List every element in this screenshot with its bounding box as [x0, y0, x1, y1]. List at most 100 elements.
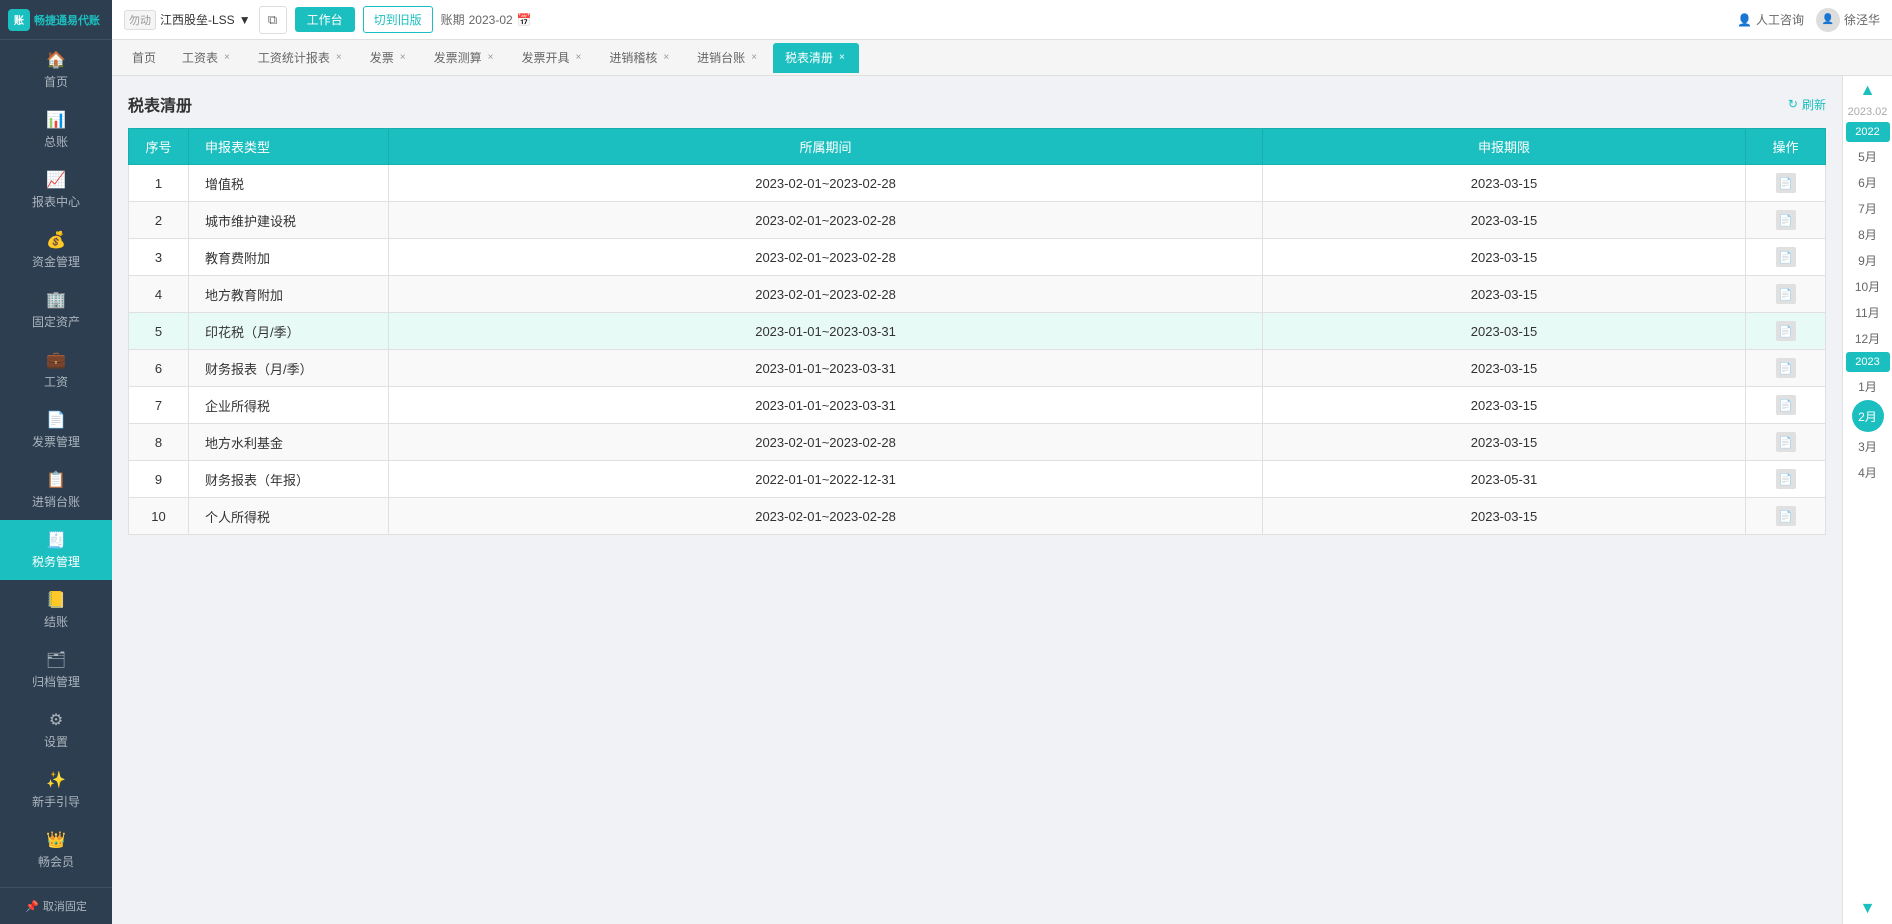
- cell-action: 📄: [1746, 424, 1826, 461]
- ledger-icon: 📊: [46, 110, 66, 130]
- sidebar-item-label: 固定资产: [32, 313, 80, 330]
- sidebar-item-ledger[interactable]: 📊 总账: [0, 100, 112, 160]
- col-deadline: 申报期限: [1263, 129, 1746, 165]
- company-selector[interactable]: 勿动 江西股垒-LSS ▼: [124, 10, 251, 30]
- action-view-icon[interactable]: 📄: [1776, 506, 1796, 526]
- month-item-may-2022[interactable]: 5月: [1848, 144, 1888, 168]
- tab-close-icon[interactable]: ×: [573, 52, 583, 63]
- year-label-2022: 2022: [1846, 122, 1890, 142]
- month-item-oct-2022[interactable]: 10月: [1848, 274, 1888, 298]
- refresh-button[interactable]: ↻ 刷新: [1788, 96, 1826, 113]
- tab-purchase-review[interactable]: 进销稽核 ×: [597, 43, 683, 73]
- sidebar-item-label: 税务管理: [32, 553, 80, 570]
- month-item-feb-2023[interactable]: 2月: [1852, 400, 1884, 432]
- panel-collapse-button[interactable]: ▼: [1858, 898, 1878, 920]
- cell-deadline: 2023-03-15: [1263, 313, 1746, 350]
- tab-invoice-open[interactable]: 发票开具 ×: [509, 43, 595, 73]
- sidebar-item-label: 首页: [44, 73, 68, 90]
- archive-icon: 🗂: [46, 650, 66, 670]
- cell-action: 📄: [1746, 350, 1826, 387]
- workspace-button[interactable]: 工作台: [295, 7, 355, 32]
- cell-type: 地方水利基金: [189, 424, 389, 461]
- action-view-icon[interactable]: 📄: [1776, 210, 1796, 230]
- sidebar-item-report[interactable]: 📈 报表中心: [0, 160, 112, 220]
- copy-button[interactable]: ⧉: [259, 6, 287, 34]
- cell-period: 2023-02-01~2023-02-28: [389, 424, 1263, 461]
- tab-close-icon[interactable]: ×: [334, 52, 344, 63]
- action-view-icon[interactable]: 📄: [1776, 469, 1796, 489]
- month-item-jun-2022[interactable]: 6月: [1848, 170, 1888, 194]
- action-view-icon[interactable]: 📄: [1776, 173, 1796, 193]
- sidebar-item-fund[interactable]: 💰 资金管理: [0, 220, 112, 280]
- cell-deadline: 2023-03-15: [1263, 165, 1746, 202]
- tab-close-icon[interactable]: ×: [486, 52, 496, 63]
- sidebar-item-label: 归档管理: [32, 673, 80, 690]
- action-view-icon[interactable]: 📄: [1776, 284, 1796, 304]
- tab-purchase-ledger[interactable]: 进销台账 ×: [685, 43, 771, 73]
- user-profile[interactable]: 👤 徐泾华: [1816, 8, 1880, 32]
- tab-invoice[interactable]: 发票 ×: [358, 43, 420, 73]
- month-item-jul-2022[interactable]: 7月: [1848, 196, 1888, 220]
- cell-deadline: 2023-03-15: [1263, 202, 1746, 239]
- sidebar-item-invoice[interactable]: 📄 发票管理: [0, 400, 112, 460]
- sidebar-item-purchase[interactable]: 📋 进销台账: [0, 460, 112, 520]
- month-item-jan-2023[interactable]: 1月: [1848, 374, 1888, 398]
- panel-period-label: 2023.02: [1844, 104, 1892, 120]
- tab-payroll[interactable]: 工资表 ×: [170, 43, 244, 73]
- sidebar-item-home[interactable]: 🏠 首页: [0, 40, 112, 100]
- table-row: 4 地方教育附加 2023-02-01~2023-02-28 2023-03-1…: [129, 276, 1826, 313]
- sidebar-item-settings[interactable]: ⚙ 设置: [0, 700, 112, 760]
- sidebar-item-member[interactable]: 👑 畅会员: [0, 820, 112, 880]
- avatar: 👤: [1816, 8, 1840, 32]
- tab-home[interactable]: 首页: [120, 43, 168, 73]
- month-item-dec-2022[interactable]: 12月: [1848, 326, 1888, 350]
- report-icon: 📈: [46, 170, 66, 190]
- sidebar-item-archive[interactable]: 🗂 归档管理: [0, 640, 112, 700]
- tab-tax-clear[interactable]: 税表清册 ×: [773, 43, 859, 73]
- action-view-icon[interactable]: 📄: [1776, 321, 1796, 341]
- action-view-icon[interactable]: 📄: [1776, 395, 1796, 415]
- cell-deadline: 2023-03-15: [1263, 498, 1746, 535]
- month-item-nov-2022[interactable]: 11月: [1848, 300, 1888, 324]
- switch-version-button[interactable]: 切到旧版: [363, 6, 433, 33]
- tab-invoice-calc[interactable]: 发票测算 ×: [422, 43, 508, 73]
- cell-type: 企业所得税: [189, 387, 389, 424]
- cell-period: 2023-02-01~2023-02-28: [389, 202, 1263, 239]
- cell-type: 印花税（月/季）: [189, 313, 389, 350]
- tab-label: 发票: [370, 49, 394, 66]
- consult-label: 人工咨询: [1756, 11, 1804, 28]
- tab-label: 工资统计报表: [258, 49, 330, 66]
- tab-close-icon[interactable]: ×: [661, 52, 671, 63]
- settings-icon: ⚙: [49, 710, 63, 730]
- cell-period: 2023-01-01~2023-03-31: [389, 313, 1263, 350]
- month-item-sep-2022[interactable]: 9月: [1848, 248, 1888, 272]
- month-item-mar-2023[interactable]: 3月: [1848, 434, 1888, 458]
- fund-icon: 💰: [46, 230, 66, 250]
- month-item-aug-2022[interactable]: 8月: [1848, 222, 1888, 246]
- cell-action: 📄: [1746, 276, 1826, 313]
- pin-icon: 📌: [25, 900, 39, 913]
- cell-period: 2023-02-01~2023-02-28: [389, 239, 1263, 276]
- action-view-icon[interactable]: 📄: [1776, 247, 1796, 267]
- cell-type: 增值税: [189, 165, 389, 202]
- tab-close-icon[interactable]: ×: [837, 52, 847, 63]
- month-item-apr-2023[interactable]: 4月: [1848, 460, 1888, 484]
- sidebar-item-salary[interactable]: 💼 工资: [0, 340, 112, 400]
- human-consult-btn[interactable]: 👤 人工咨询: [1737, 11, 1804, 28]
- tax-icon: 🧾: [46, 530, 66, 550]
- sidebar-item-tax[interactable]: 🧾 税务管理: [0, 520, 112, 580]
- sidebar-item-close[interactable]: 📒 结账: [0, 580, 112, 640]
- tab-close-icon[interactable]: ×: [222, 52, 232, 63]
- tab-close-icon[interactable]: ×: [398, 52, 408, 63]
- sidebar-item-guide[interactable]: ✨ 新手引导: [0, 760, 112, 820]
- action-view-icon[interactable]: 📄: [1776, 432, 1796, 452]
- tab-payroll-report[interactable]: 工资统计报表 ×: [246, 43, 356, 73]
- unpin-button[interactable]: 📌 取消固定: [0, 888, 112, 924]
- cell-action: 📄: [1746, 313, 1826, 350]
- tab-close-icon[interactable]: ×: [749, 52, 759, 63]
- table-row: 7 企业所得税 2023-01-01~2023-03-31 2023-03-15…: [129, 387, 1826, 424]
- cell-seq: 6: [129, 350, 189, 387]
- sidebar-item-asset[interactable]: 🏢 固定资产: [0, 280, 112, 340]
- panel-up-arrow[interactable]: ▲: [1858, 80, 1878, 102]
- action-view-icon[interactable]: 📄: [1776, 358, 1796, 378]
